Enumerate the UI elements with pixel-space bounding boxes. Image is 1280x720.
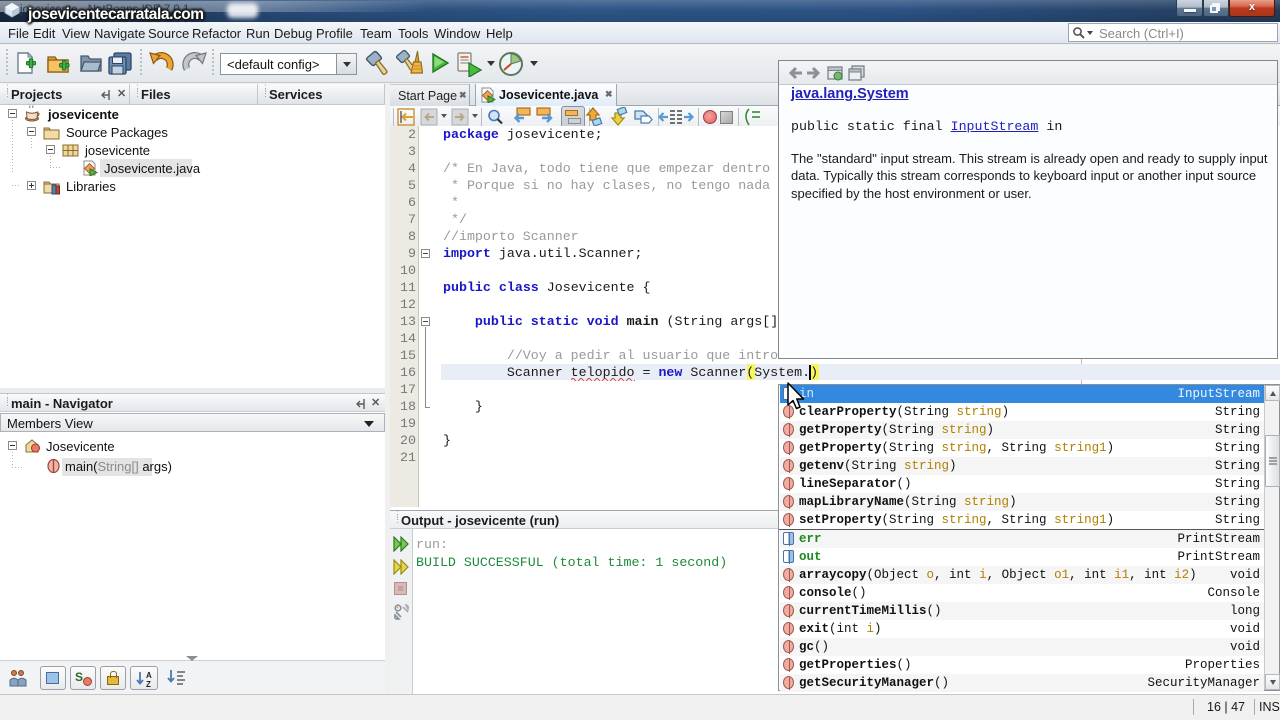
svg-text:A: A (146, 671, 152, 680)
svg-text:Z: Z (146, 680, 151, 688)
